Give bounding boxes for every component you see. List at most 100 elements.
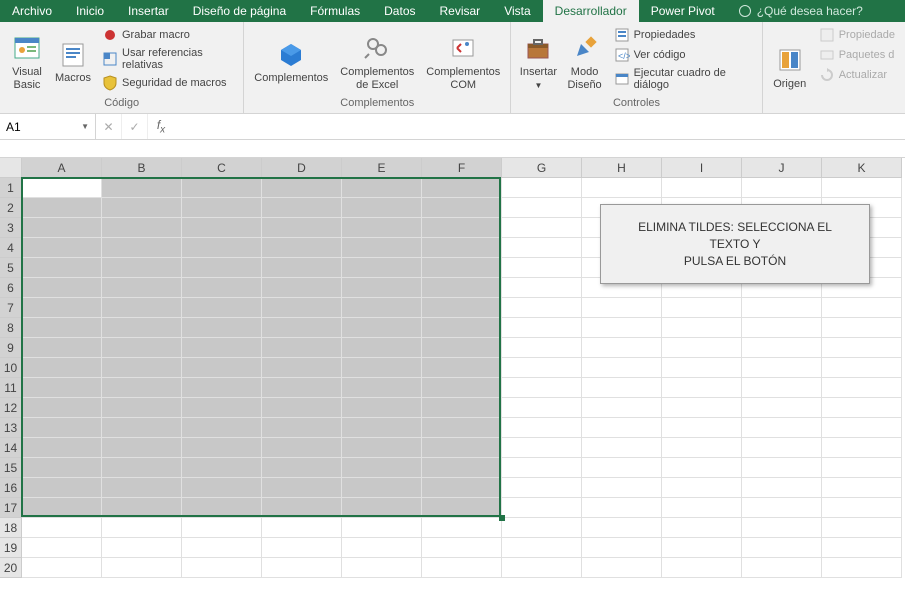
cell[interactable] xyxy=(582,398,662,418)
cell[interactable] xyxy=(262,178,342,198)
row-header[interactable]: 7 xyxy=(0,298,22,318)
cell[interactable] xyxy=(502,338,582,358)
cell[interactable] xyxy=(582,318,662,338)
cell[interactable] xyxy=(822,438,902,458)
tab-home[interactable]: Inicio xyxy=(64,0,116,22)
cell[interactable] xyxy=(182,278,262,298)
cell[interactable] xyxy=(22,418,102,438)
cell[interactable] xyxy=(102,418,182,438)
cell[interactable] xyxy=(422,498,502,518)
cell[interactable] xyxy=(582,518,662,538)
cell[interactable] xyxy=(422,418,502,438)
cell[interactable] xyxy=(102,258,182,278)
cell[interactable] xyxy=(342,558,422,578)
cell[interactable] xyxy=(262,518,342,538)
cell[interactable] xyxy=(182,418,262,438)
cell[interactable] xyxy=(342,218,422,238)
cell[interactable] xyxy=(502,398,582,418)
cell[interactable] xyxy=(102,318,182,338)
cell[interactable] xyxy=(822,538,902,558)
run-dialog-button[interactable]: Ejecutar cuadro de diálogo xyxy=(610,66,756,92)
cell[interactable] xyxy=(582,338,662,358)
cell[interactable] xyxy=(422,398,502,418)
cell[interactable] xyxy=(502,458,582,478)
cell[interactable] xyxy=(22,358,102,378)
cell[interactable] xyxy=(502,318,582,338)
cell[interactable] xyxy=(742,498,822,518)
fx-icon[interactable]: fx xyxy=(148,118,174,135)
cell[interactable] xyxy=(22,498,102,518)
cell[interactable] xyxy=(742,398,822,418)
cell[interactable] xyxy=(342,298,422,318)
cell[interactable] xyxy=(662,518,742,538)
cell[interactable] xyxy=(822,478,902,498)
cell[interactable] xyxy=(342,178,422,198)
cell[interactable] xyxy=(342,438,422,458)
cell[interactable] xyxy=(742,558,822,578)
cell[interactable] xyxy=(502,378,582,398)
cell[interactable] xyxy=(422,378,502,398)
cell[interactable] xyxy=(102,558,182,578)
cell[interactable] xyxy=(262,218,342,238)
accept-formula-button[interactable]: ✓ xyxy=(122,114,148,139)
cell[interactable] xyxy=(662,378,742,398)
column-header[interactable]: C xyxy=(182,158,262,178)
cell[interactable] xyxy=(662,438,742,458)
cell[interactable] xyxy=(182,198,262,218)
cell[interactable] xyxy=(342,258,422,278)
cell[interactable] xyxy=(102,178,182,198)
cell[interactable] xyxy=(22,318,102,338)
cell[interactable] xyxy=(182,318,262,338)
cell[interactable] xyxy=(182,398,262,418)
cell[interactable] xyxy=(262,418,342,438)
cell[interactable] xyxy=(262,238,342,258)
map-properties-button[interactable]: Propiedade xyxy=(815,26,899,44)
cell[interactable] xyxy=(342,498,422,518)
cell[interactable] xyxy=(422,538,502,558)
cell[interactable] xyxy=(742,378,822,398)
cell[interactable] xyxy=(502,498,582,518)
cell[interactable] xyxy=(742,518,822,538)
cell[interactable] xyxy=(262,358,342,378)
formula-input[interactable] xyxy=(174,120,905,134)
record-macro-button[interactable]: Grabar macro xyxy=(98,26,237,44)
cell[interactable] xyxy=(22,458,102,478)
cell[interactable] xyxy=(342,358,422,378)
cell[interactable] xyxy=(182,178,262,198)
cell[interactable] xyxy=(822,318,902,338)
cell[interactable] xyxy=(182,358,262,378)
cell[interactable] xyxy=(422,278,502,298)
cell[interactable] xyxy=(502,558,582,578)
column-header[interactable]: A xyxy=(22,158,102,178)
cell[interactable] xyxy=(182,518,262,538)
cell[interactable] xyxy=(662,298,742,318)
cell[interactable] xyxy=(742,358,822,378)
cell[interactable] xyxy=(422,478,502,498)
cell[interactable] xyxy=(22,238,102,258)
cell[interactable] xyxy=(262,298,342,318)
spreadsheet-grid[interactable]: ABCDEFGHIJK 1234567891011121314151617181… xyxy=(0,158,905,578)
cell[interactable] xyxy=(422,298,502,318)
row-header[interactable]: 2 xyxy=(0,198,22,218)
row-header[interactable]: 14 xyxy=(0,438,22,458)
cell[interactable] xyxy=(822,398,902,418)
cell[interactable] xyxy=(582,438,662,458)
fill-handle[interactable] xyxy=(499,515,505,521)
column-header[interactable]: I xyxy=(662,158,742,178)
cell[interactable] xyxy=(22,478,102,498)
row-header[interactable]: 12 xyxy=(0,398,22,418)
cell[interactable] xyxy=(582,558,662,578)
cell[interactable] xyxy=(22,298,102,318)
cell[interactable] xyxy=(262,258,342,278)
cell[interactable] xyxy=(182,298,262,318)
cell[interactable] xyxy=(262,558,342,578)
name-box[interactable]: A1 ▼ xyxy=(0,114,96,139)
tab-insert[interactable]: Insertar xyxy=(116,0,181,22)
cell[interactable] xyxy=(502,218,582,238)
cell[interactable] xyxy=(182,338,262,358)
cell[interactable] xyxy=(422,458,502,478)
cell[interactable] xyxy=(742,178,822,198)
cell[interactable] xyxy=(502,178,582,198)
column-header[interactable]: D xyxy=(262,158,342,178)
cell[interactable] xyxy=(662,538,742,558)
